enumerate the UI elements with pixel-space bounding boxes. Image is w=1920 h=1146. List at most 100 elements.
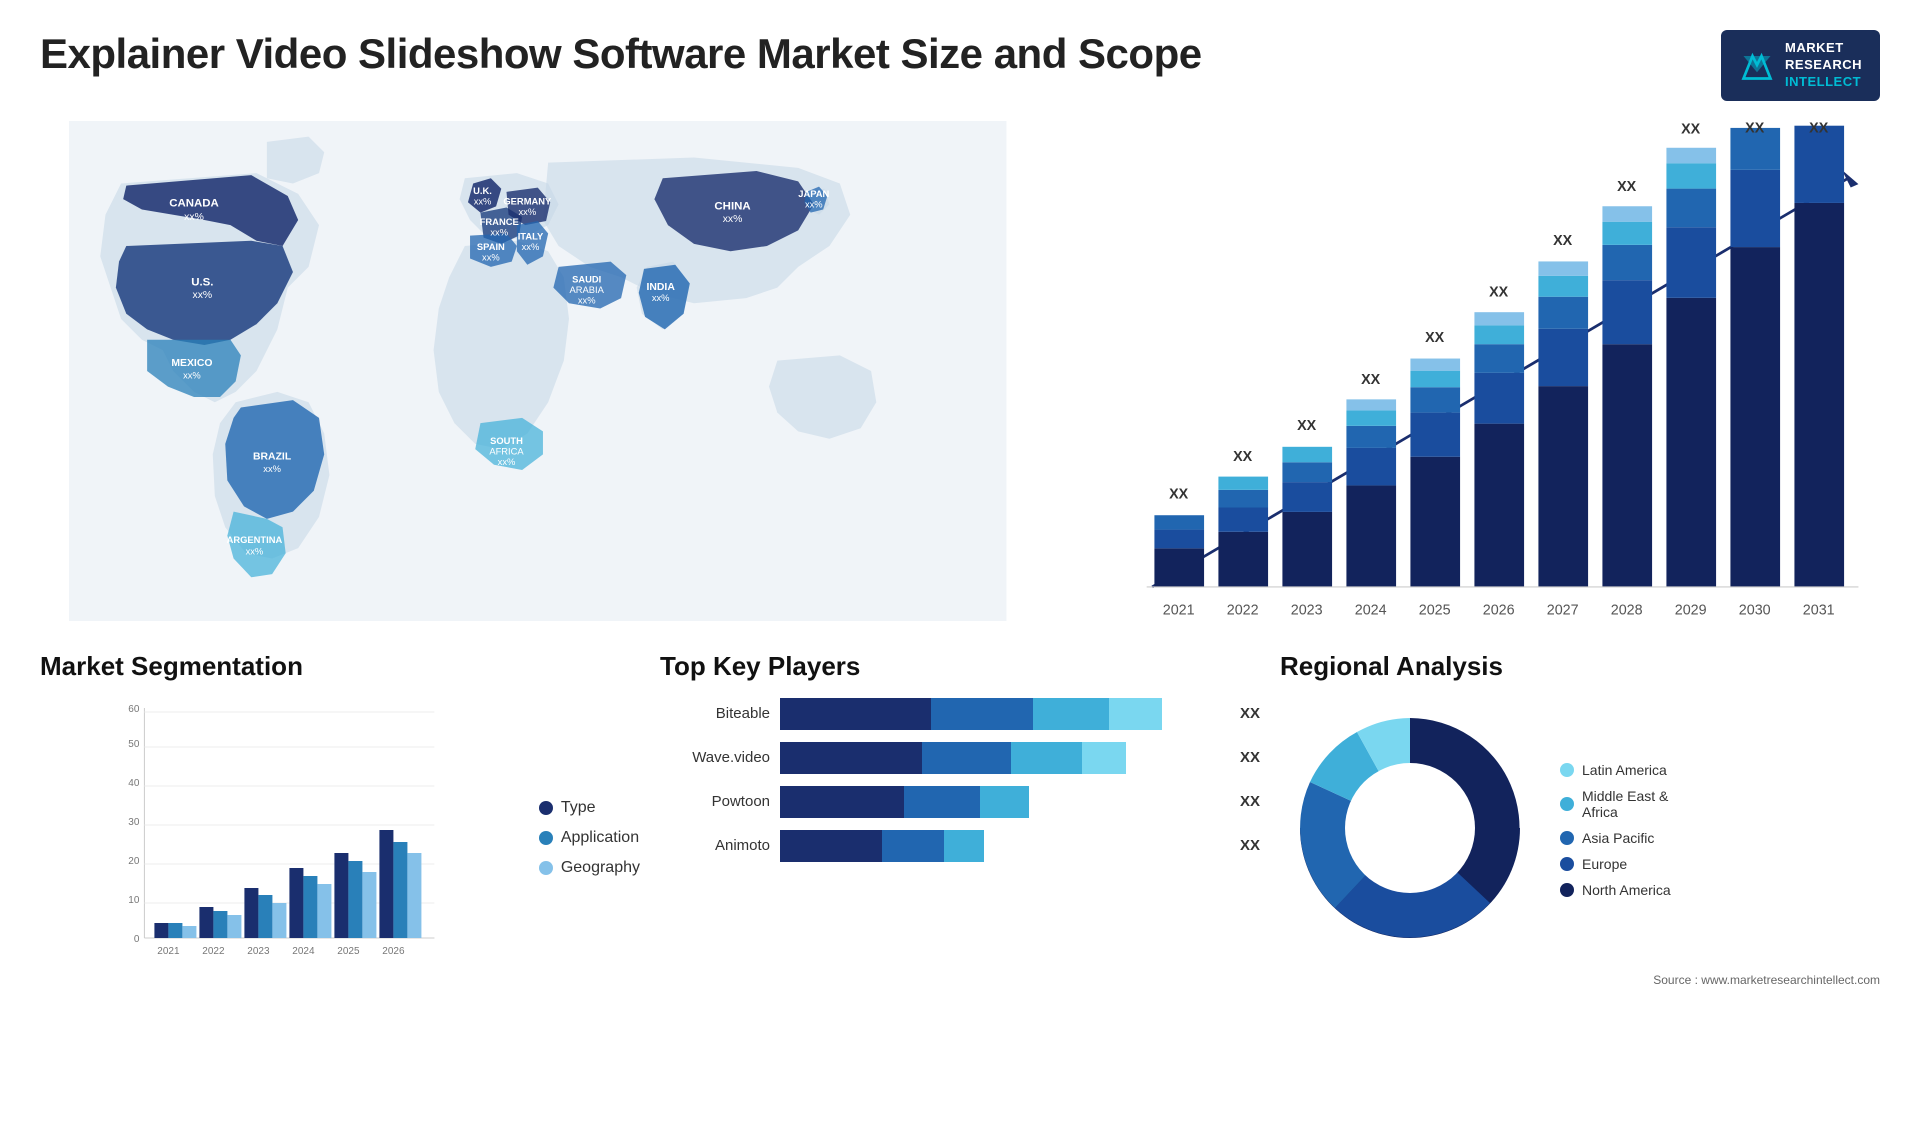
bar-seg1 [780, 742, 922, 774]
svg-text:2023: 2023 [247, 946, 270, 957]
reg-label-latin: Latin America [1582, 762, 1667, 778]
bar-seg3 [944, 830, 984, 862]
svg-text:2027: 2027 [1546, 602, 1578, 618]
svg-text:2023: 2023 [1290, 602, 1322, 618]
svg-text:40: 40 [128, 778, 140, 789]
map-label-india: INDIA [647, 281, 676, 292]
svg-text:2026: 2026 [1482, 602, 1514, 618]
player-bar-animoto [780, 830, 1224, 862]
svg-text:60: 60 [128, 704, 140, 715]
svg-text:xx%: xx% [474, 196, 492, 206]
player-name-wave: Wave.video [660, 749, 770, 766]
reg-legend-latin-america: Latin America [1560, 762, 1671, 778]
logo-text: MARKET RESEARCH INTELLECT [1785, 40, 1862, 91]
svg-text:30: 30 [128, 817, 140, 828]
svg-text:XX: XX [1169, 486, 1189, 502]
map-container: CANADA xx% U.S. xx% MEXICO xx% BRAZIL xx… [40, 121, 1036, 621]
svg-text:20: 20 [128, 856, 140, 867]
logo: MARKET RESEARCH INTELLECT [1721, 30, 1880, 101]
bar-seg3 [1011, 742, 1082, 774]
svg-text:XX: XX [1553, 233, 1573, 249]
player-xx-biteable: XX [1240, 705, 1260, 722]
svg-text:XX: XX [1425, 330, 1445, 346]
svg-text:xx%: xx% [490, 227, 508, 237]
svg-text:10: 10 [128, 895, 140, 906]
svg-text:xx%: xx% [498, 456, 516, 466]
segmentation-chart-wrapper: 0 10 20 30 40 50 60 [40, 698, 640, 978]
seg-chart-area: 0 10 20 30 40 50 60 [40, 698, 519, 978]
svg-text:XX: XX [1809, 121, 1829, 136]
bar-seg1 [780, 786, 904, 818]
map-label-saudi: SAUDI [572, 274, 601, 284]
bar-seg2 [922, 742, 1011, 774]
svg-text:2026: 2026 [382, 946, 405, 957]
legend-item-type: Type [539, 799, 640, 817]
map-label-spain: SPAIN [477, 242, 505, 252]
bar-seg1 [780, 698, 931, 730]
player-bar-powtoon [780, 786, 1224, 818]
svg-text:XX: XX [1617, 178, 1637, 194]
reg-label-mea: Middle East &Africa [1582, 788, 1668, 820]
regional-content: Latin America Middle East &Africa Asia P… [1280, 698, 1880, 963]
donut-svg [1280, 698, 1540, 958]
segmentation-svg: 0 10 20 30 40 50 60 [40, 698, 519, 978]
svg-text:2025: 2025 [337, 946, 360, 957]
svg-text:xx%: xx% [723, 214, 743, 225]
legend-dot-geography [539, 861, 553, 875]
top-section: CANADA xx% U.S. xx% MEXICO xx% BRAZIL xx… [40, 121, 1880, 621]
svg-text:XX: XX [1361, 372, 1381, 388]
player-name-powtoon: Powtoon [660, 793, 770, 810]
bottom-section: Market Segmentation 0 10 20 30 40 [40, 651, 1880, 987]
bar-seg3 [1033, 698, 1108, 730]
svg-text:2025: 2025 [1418, 602, 1450, 618]
header: Explainer Video Slideshow Software Marke… [40, 30, 1880, 101]
legend-item-geography: Geography [539, 859, 640, 877]
svg-text:2022: 2022 [1226, 602, 1258, 618]
player-xx-animoto: XX [1240, 837, 1260, 854]
legend-label-geography: Geography [561, 859, 640, 877]
reg-dot-asia [1560, 831, 1574, 845]
map-label-mexico: MEXICO [171, 357, 212, 368]
legend-item-application: Application [539, 829, 640, 847]
svg-text:2021: 2021 [1162, 602, 1194, 618]
regional-legend: Latin America Middle East &Africa Asia P… [1560, 762, 1671, 898]
svg-text:AFRICA: AFRICA [489, 446, 524, 456]
svg-text:2024: 2024 [1354, 602, 1386, 618]
legend-dot-application [539, 831, 553, 845]
map-label-brazil: BRAZIL [253, 451, 292, 462]
svg-text:2031: 2031 [1802, 602, 1834, 618]
segmentation-section: Market Segmentation 0 10 20 30 40 [40, 651, 640, 978]
logo-icon [1739, 47, 1775, 83]
reg-legend-north-america: North America [1560, 882, 1671, 898]
player-row-biteable: Biteable XX [660, 698, 1260, 730]
svg-text:xx%: xx% [192, 290, 212, 301]
player-xx-powtoon: XX [1240, 793, 1260, 810]
players-table: Biteable XX Wave.video [660, 698, 1260, 862]
reg-legend-asia: Asia Pacific [1560, 830, 1671, 846]
reg-label-north-america: North America [1582, 882, 1671, 898]
player-name-biteable: Biteable [660, 705, 770, 722]
legend-label-type: Type [561, 799, 596, 817]
svg-text:2022: 2022 [202, 946, 225, 957]
player-row-wave: Wave.video XX [660, 742, 1260, 774]
donut-chart [1280, 698, 1540, 963]
segmentation-legend: Type Application Geography [539, 799, 640, 877]
bar-chart-container: XX XX XX [1066, 121, 1881, 621]
svg-text:xx%: xx% [522, 242, 540, 252]
svg-text:50: 50 [128, 739, 140, 750]
bar-seg2 [931, 698, 1033, 730]
map-label-germany: GERMANY [503, 196, 552, 206]
bar-seg4 [1109, 698, 1162, 730]
player-row-powtoon: Powtoon XX [660, 786, 1260, 818]
map-label-canada: CANADA [169, 197, 219, 209]
map-label-france: FRANCE [480, 217, 519, 227]
svg-text:XX: XX [1489, 284, 1509, 300]
world-map: CANADA xx% U.S. xx% MEXICO xx% BRAZIL xx… [40, 121, 1036, 621]
bar-chart-svg: XX XX XX [1086, 121, 1881, 656]
player-xx-wave: XX [1240, 749, 1260, 766]
source-text: Source : www.marketresearchintellect.com [1280, 973, 1880, 987]
svg-text:xx%: xx% [578, 295, 596, 305]
svg-text:2028: 2028 [1610, 602, 1642, 618]
svg-text:xx%: xx% [263, 464, 281, 474]
bar-seg4 [1082, 742, 1126, 774]
